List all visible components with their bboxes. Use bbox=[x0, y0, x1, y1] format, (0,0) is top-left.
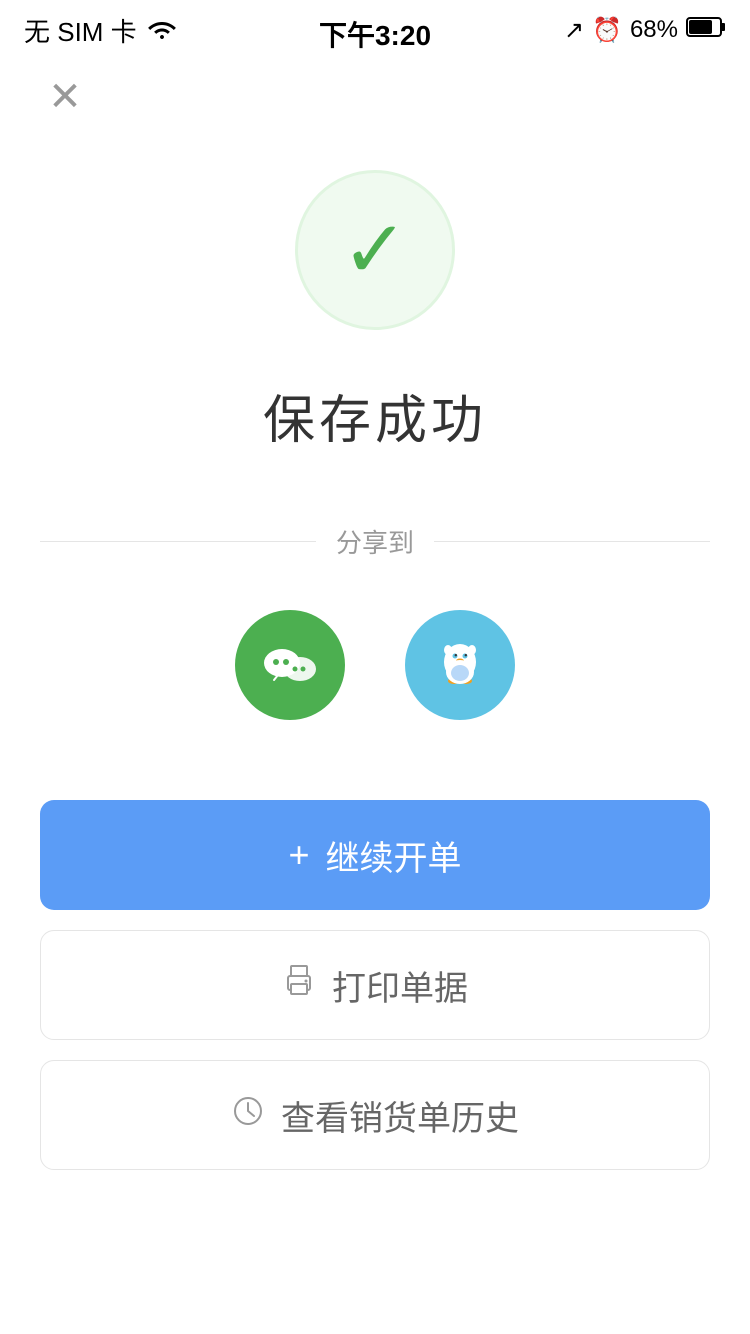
divider-line-left bbox=[40, 541, 316, 542]
status-left: 无 SIM 卡 bbox=[24, 12, 177, 49]
history-button[interactable]: 查看销货单历史 bbox=[40, 1060, 710, 1170]
checkmark-icon: ✓ bbox=[341, 210, 408, 290]
print-button[interactable]: 打印单据 bbox=[40, 930, 710, 1040]
status-right: ↗ ⏰ 68% bbox=[564, 16, 726, 45]
alarm-icon: ⏰ bbox=[592, 16, 622, 45]
no-sim-text: 无 SIM 卡 bbox=[24, 12, 137, 49]
wechat-icon bbox=[258, 633, 323, 698]
wechat-share-button[interactable] bbox=[235, 610, 345, 720]
status-bar: 无 SIM 卡 下午3:20 ↗ ⏰ 68% bbox=[0, 0, 750, 60]
success-title: 保存成功 bbox=[263, 378, 487, 453]
share-label: 分享到 bbox=[336, 523, 414, 560]
close-button[interactable]: ✕ bbox=[40, 72, 90, 122]
clock-icon bbox=[231, 1094, 265, 1137]
history-label: 查看销货单历史 bbox=[281, 1091, 519, 1140]
continue-button[interactable]: + 继续开单 bbox=[40, 800, 710, 910]
print-label: 打印单据 bbox=[332, 961, 468, 1010]
status-time: 下午3:20 bbox=[319, 14, 431, 54]
wifi-icon bbox=[147, 15, 177, 46]
continue-label: 继续开单 bbox=[326, 831, 462, 880]
plus-icon: + bbox=[288, 834, 309, 876]
action-buttons: + 继续开单 打印单据 查看销货单 bbox=[40, 800, 710, 1170]
battery-icon bbox=[686, 16, 726, 45]
battery-text: 68% bbox=[630, 16, 678, 44]
main-content: ✓ 保存成功 分享到 bbox=[0, 60, 750, 1170]
divider-line-right bbox=[434, 541, 710, 542]
qq-icon bbox=[429, 634, 491, 696]
share-icons-row bbox=[235, 610, 515, 720]
success-icon-circle: ✓ bbox=[295, 170, 455, 330]
location-icon: ↗ bbox=[564, 16, 584, 45]
share-divider: 分享到 bbox=[40, 523, 710, 560]
qq-share-button[interactable] bbox=[405, 610, 515, 720]
print-icon bbox=[282, 964, 316, 1007]
close-icon: ✕ bbox=[48, 77, 82, 117]
